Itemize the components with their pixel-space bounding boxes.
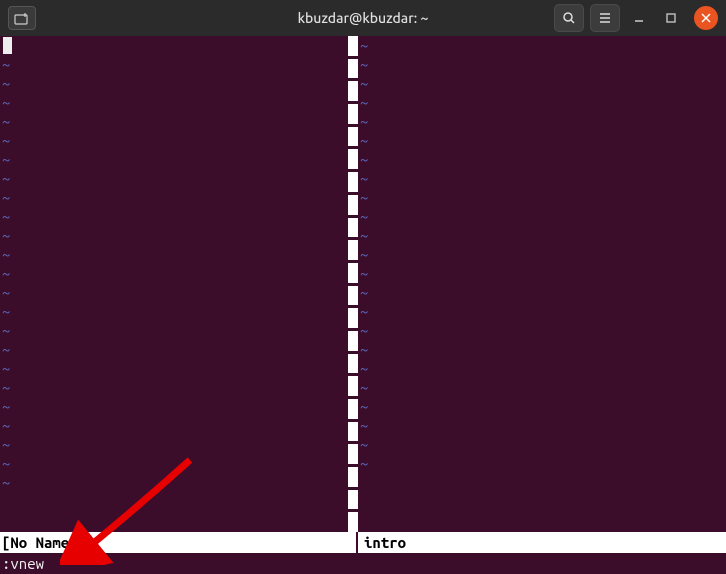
tilde-row: ~ — [0, 435, 358, 454]
tilde-row: ~ — [358, 55, 726, 74]
pane-content-left: ~~~~~~~~~~~~~~~~~~~~~~~ — [0, 36, 358, 492]
tilde-row: ~ — [0, 359, 358, 378]
minimize-icon — [633, 12, 645, 24]
maximize-button[interactable] — [658, 5, 684, 31]
tilde-row: ~ — [358, 454, 726, 473]
tilde-row: ~ — [0, 264, 358, 283]
tilde-row: ~ — [0, 93, 358, 112]
tilde-row: ~ — [0, 226, 358, 245]
close-icon — [701, 13, 711, 23]
tilde-row: ~ — [0, 473, 358, 492]
tilde-row: ~ — [0, 74, 358, 93]
tilde-row: ~ — [0, 131, 358, 150]
tilde-row: ~ — [358, 36, 726, 55]
vim-statusline: [No Name] intro — [0, 532, 726, 553]
tilde-row: ~ — [358, 359, 726, 378]
tilde-row: ~ — [358, 93, 726, 112]
tilde-row: ~ — [358, 131, 726, 150]
tilde-row: ~ — [358, 207, 726, 226]
search-icon — [562, 11, 576, 25]
tilde-row: ~ — [358, 302, 726, 321]
tilde-row: ~ — [358, 112, 726, 131]
tilde-row — [0, 36, 358, 55]
tilde-row: ~ — [358, 283, 726, 302]
tilde-row: ~ — [0, 378, 358, 397]
tilde-row: ~ — [0, 245, 358, 264]
statusline-right: intro — [358, 532, 726, 553]
tilde-row: ~ — [0, 321, 358, 340]
vim-pane-right[interactable]: ~~~~~~~~~~~~~~~~~~~~~~~ — [358, 36, 726, 532]
titlebar-right — [554, 4, 718, 32]
menu-button[interactable] — [590, 4, 620, 32]
tilde-row: ~ — [358, 378, 726, 397]
tilde-row: ~ — [0, 188, 358, 207]
tilde-row: ~ — [0, 169, 358, 188]
tilde-row: ~ — [358, 169, 726, 188]
terminal-area[interactable]: ~~~~~~~~~~~~~~~~~~~~~~~ ~~~~~~~~~~~~~~~~… — [0, 36, 726, 574]
tilde-row: ~ — [0, 397, 358, 416]
vim-commandline[interactable]: :vnew — [0, 553, 726, 574]
tilde-row: ~ — [358, 435, 726, 454]
text-cursor — [3, 37, 12, 54]
hamburger-icon — [598, 11, 612, 25]
tilde-row: ~ — [0, 340, 358, 359]
tilde-row: ~ — [0, 207, 358, 226]
statusline-left: [No Name] — [0, 532, 358, 553]
titlebar-left — [8, 6, 36, 30]
tilde-row: ~ — [358, 264, 726, 283]
close-button[interactable] — [694, 6, 718, 30]
tilde-row: ~ — [0, 416, 358, 435]
tilde-row: ~ — [358, 321, 726, 340]
tilde-row: ~ — [0, 454, 358, 473]
vim-pane-left[interactable]: ~~~~~~~~~~~~~~~~~~~~~~~ — [0, 36, 358, 532]
tilde-row: ~ — [358, 397, 726, 416]
new-tab-icon — [14, 11, 30, 25]
tilde-row: ~ — [0, 55, 358, 74]
tilde-row: ~ — [0, 302, 358, 321]
tilde-row: ~ — [358, 245, 726, 264]
minimize-button[interactable] — [626, 5, 652, 31]
window-titlebar: kbuzdar@kbuzdar: ~ — [0, 0, 726, 36]
new-tab-button[interactable] — [8, 6, 36, 30]
tilde-row: ~ — [358, 188, 726, 207]
tilde-row: ~ — [358, 150, 726, 169]
tilde-row: ~ — [0, 283, 358, 302]
vim-split-panes: ~~~~~~~~~~~~~~~~~~~~~~~ ~~~~~~~~~~~~~~~~… — [0, 36, 726, 532]
tilde-row: ~ — [358, 416, 726, 435]
tilde-row: ~ — [0, 112, 358, 131]
tilde-row: ~ — [358, 74, 726, 93]
maximize-icon — [665, 12, 677, 24]
window-title: kbuzdar@kbuzdar: ~ — [298, 10, 429, 26]
search-button[interactable] — [554, 4, 584, 32]
tilde-row: ~ — [358, 226, 726, 245]
pane-content-right: ~~~~~~~~~~~~~~~~~~~~~~~ — [358, 36, 726, 473]
vim-vertical-divider — [348, 36, 358, 532]
tilde-row: ~ — [0, 150, 358, 169]
tilde-row: ~ — [358, 340, 726, 359]
